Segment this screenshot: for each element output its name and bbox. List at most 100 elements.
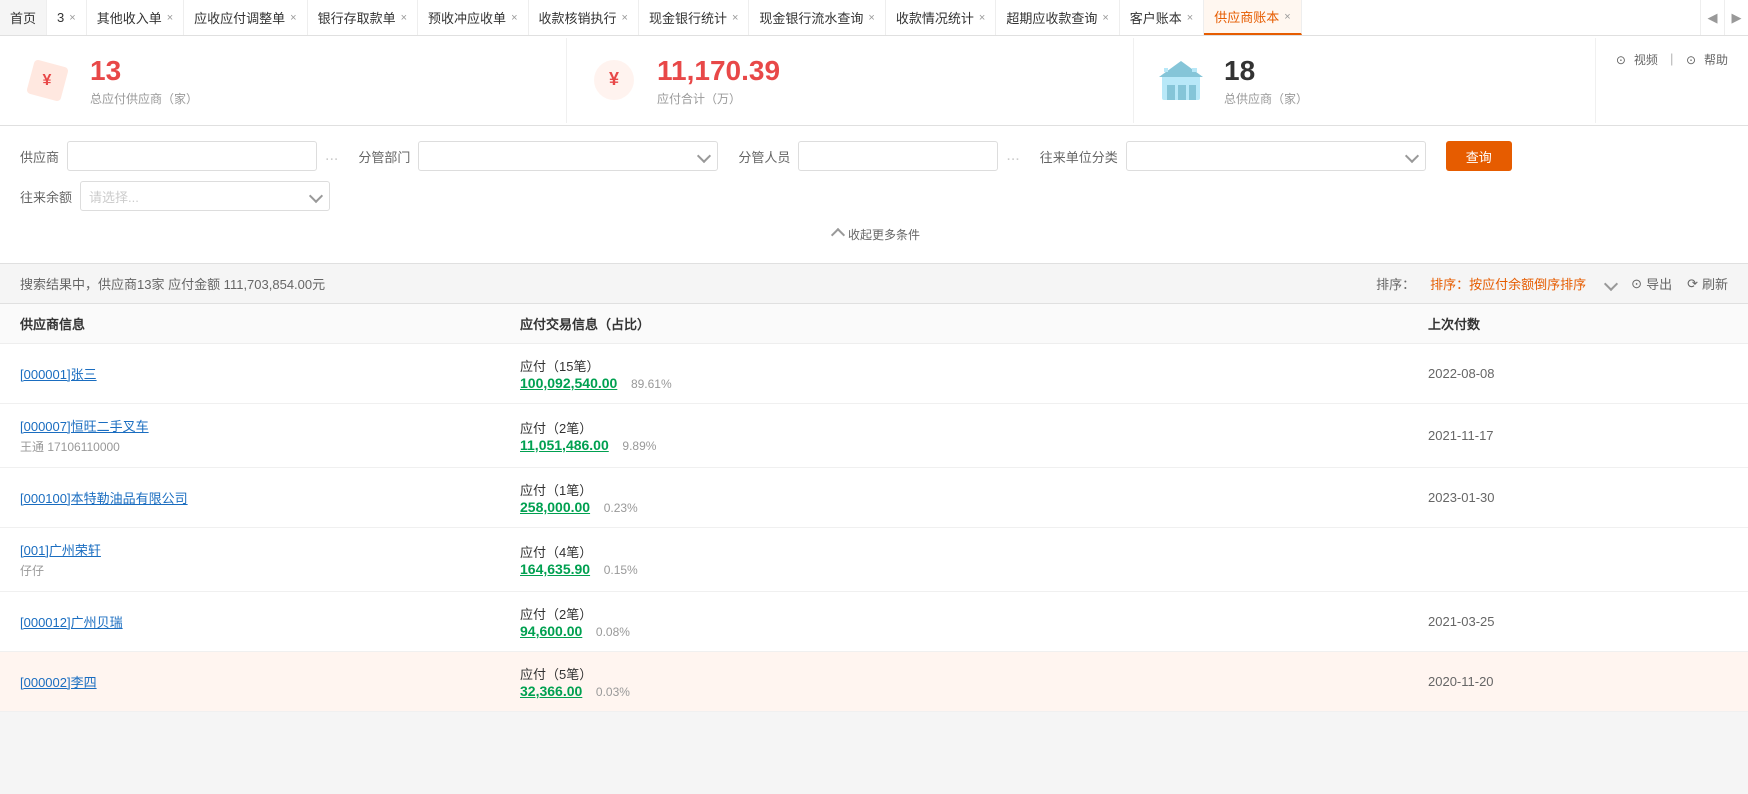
balance-select[interactable]: 请选择... — [80, 181, 330, 211]
nav-prepay-offset[interactable]: 预收冲应收单 × — [418, 0, 528, 35]
nav-prepay-label: 预收冲应收单 — [428, 8, 506, 27]
supplier-sub: 仔仔 — [20, 562, 520, 579]
nav-overdue-query[interactable]: 超期应收款查询 × — [996, 0, 1119, 35]
category-chevron-icon — [1405, 149, 1419, 163]
person-input[interactable] — [798, 141, 998, 171]
filter-dept: 分管部门 — [358, 141, 718, 171]
close-receipt-verify-icon[interactable]: × — [622, 12, 628, 24]
close-receipt-stats-icon[interactable]: × — [979, 12, 985, 24]
supplier-info-cell: [000007]恒旺二手叉车 王通 17106110000 — [20, 416, 520, 455]
nav-other-income[interactable]: 其他收入单 × — [87, 0, 184, 35]
last-payment-cell: 2023-01-30 — [1428, 490, 1728, 505]
dept-select[interactable] — [418, 141, 718, 171]
transaction-label: 应付（2笔） — [520, 421, 592, 436]
video-link[interactable]: 视频 — [1634, 51, 1658, 68]
table-row: [000007]恒旺二手叉车 王通 17106110000 应付（2笔） 11,… — [0, 404, 1748, 468]
result-summary-bar: 搜索结果中，供应商13家 应付金额 111,703,854.00元 排序： 排序… — [0, 264, 1748, 304]
transaction-amount[interactable]: 11,051,486.00 — [520, 437, 609, 453]
supplier-input[interactable] — [67, 141, 317, 171]
query-button[interactable]: 查询 — [1446, 141, 1512, 171]
collapse-button[interactable]: 收起更多条件 — [823, 221, 925, 248]
export-icon: ⊙ — [1631, 276, 1642, 292]
last-payment-cell: 2020-11-20 — [1428, 674, 1728, 689]
supplier-link[interactable]: [000100]本特勒油品有限公司 — [20, 491, 188, 506]
stat-card-amount: ¥ 11,170.39 应付合计（万） — [567, 38, 1134, 123]
supplier-link[interactable]: [000002]李四 — [20, 675, 97, 690]
transaction-percent: 0.15% — [604, 563, 638, 577]
refresh-button[interactable]: ⟳ 刷新 — [1687, 274, 1728, 293]
nav-cash-bank-stats[interactable]: 现金银行统计 × — [639, 0, 749, 35]
supplier-link[interactable]: [001]广州荣轩 — [20, 543, 101, 558]
transaction-amount[interactable]: 100,092,540.00 — [520, 375, 617, 391]
nav-tab3-label: 3 — [57, 10, 64, 25]
stat-card-total: 18 总供应商（家） — [1134, 38, 1596, 123]
close-other-income-icon[interactable]: × — [167, 12, 173, 24]
close-cash-flow-icon[interactable]: × — [868, 12, 874, 24]
supplier-sub: 王通 17106110000 — [20, 438, 520, 455]
top-navigation: 首页 3 × 其他收入单 × 应收应付调整单 × 银行存取款单 × 预收冲应收单… — [0, 0, 1748, 36]
table-body: [000001]张三 应付（15笔） 100,092,540.00 89.61%… — [0, 344, 1748, 712]
supplier-dots[interactable]: ... — [325, 147, 338, 165]
close-cash-bank-icon[interactable]: × — [732, 12, 738, 24]
transaction-info-cell: 应付（5笔） 32,366.00 0.03% — [520, 664, 1428, 699]
nav-bank-deposit[interactable]: 银行存取款单 × — [308, 0, 418, 35]
diamond-icon: ¥ — [20, 53, 75, 108]
transaction-label: 应付（5笔） — [520, 667, 592, 682]
stat-number-total: 18 — [1224, 54, 1308, 88]
nav-supplier-ledger-label: 供应商账本 — [1214, 7, 1279, 26]
close-prepay-icon[interactable]: × — [511, 12, 517, 24]
transaction-info-cell: 应付（2笔） 11,051,486.00 9.89% — [520, 418, 1428, 453]
supplier-label: 供应商 — [20, 147, 59, 166]
supplier-link[interactable]: [000007]恒旺二手叉车 — [20, 419, 149, 434]
transaction-amount[interactable]: 164,635.90 — [520, 561, 590, 577]
nav-overdue-label: 超期应收款查询 — [1006, 8, 1097, 27]
video-icon: ⊙ — [1616, 53, 1626, 67]
close-supplier-icon[interactable]: × — [1284, 11, 1290, 23]
sort-select[interactable]: 排序：按应付余额倒序排序 — [1430, 274, 1586, 293]
supplier-info-cell: [000001]张三 — [20, 364, 520, 383]
table-header: 供应商信息 应付交易信息（占比） 上次付数 — [0, 304, 1748, 344]
transaction-amount[interactable]: 258,000.00 — [520, 499, 590, 515]
transaction-info-cell: 应付（2笔） 94,600.00 0.08% — [520, 604, 1428, 639]
col-header-last-payment: 上次付数 — [1428, 314, 1728, 333]
person-dots[interactable]: ... — [1006, 147, 1019, 165]
supplier-link[interactable]: [000001]张三 — [20, 367, 97, 382]
nav-next-arrow[interactable]: ▶ — [1724, 0, 1748, 36]
nav-receipt-stats[interactable]: 收款情况统计 × — [886, 0, 996, 35]
nav-ar-ap-adjust[interactable]: 应收应付调整单 × — [184, 0, 307, 35]
divider: ｜ — [1666, 51, 1678, 68]
nav-tab3[interactable]: 3 × — [47, 0, 87, 35]
dept-chevron-icon — [697, 149, 711, 163]
close-customer-icon[interactable]: × — [1187, 12, 1193, 24]
nav-supplier-ledger[interactable]: 供应商账本 × — [1204, 0, 1301, 35]
transaction-label: 应付（4笔） — [520, 545, 592, 560]
transaction-amount[interactable]: 32,366.00 — [520, 683, 582, 699]
category-select[interactable] — [1126, 141, 1426, 171]
person-label: 分管人员 — [738, 147, 790, 166]
close-bank-icon[interactable]: × — [401, 12, 407, 24]
filter-row-1: 供应商 ... 分管部门 分管人员 ... 往来单位分类 查询 — [20, 141, 1728, 171]
table-row: [000012]广州贝瑞 应付（2笔） 94,600.00 0.08% 2021… — [0, 592, 1748, 652]
nav-receipt-verify[interactable]: 收款核销执行 × — [529, 0, 639, 35]
nav-cash-flow[interactable]: 现金银行流水查询 × — [749, 0, 885, 35]
close-overdue-icon[interactable]: × — [1102, 12, 1108, 24]
nav-home[interactable]: 首页 — [0, 0, 47, 35]
supplier-link[interactable]: [000012]广州贝瑞 — [20, 615, 123, 630]
export-label: 导出 — [1646, 274, 1672, 293]
help-link[interactable]: 帮助 — [1704, 51, 1728, 68]
stat-number-amount: 11,170.39 — [657, 54, 780, 88]
filter-category: 往来单位分类 — [1040, 141, 1426, 171]
transaction-percent: 0.03% — [596, 685, 630, 699]
refresh-icon: ⟳ — [1687, 276, 1698, 292]
nav-receipt-verify-label: 收款核销执行 — [539, 8, 617, 27]
close-ar-ap-icon[interactable]: × — [290, 12, 296, 24]
top-right-links: ⊙ 视频 ｜ ⊙ 帮助 — [1596, 36, 1748, 68]
nav-prev-arrow[interactable]: ◀ — [1700, 0, 1724, 36]
transaction-amount[interactable]: 94,600.00 — [520, 623, 582, 639]
sort-label: 排序： — [1376, 274, 1415, 293]
export-button[interactable]: ⊙ 导出 — [1631, 274, 1672, 293]
nav-customer-ledger[interactable]: 客户账本 × — [1120, 0, 1204, 35]
table-row: [000001]张三 应付（15笔） 100,092,540.00 89.61%… — [0, 344, 1748, 404]
table-row: [001]广州荣轩 仔仔 应付（4笔） 164,635.90 0.15% — [0, 528, 1748, 592]
close-tab3-icon[interactable]: × — [69, 12, 75, 24]
